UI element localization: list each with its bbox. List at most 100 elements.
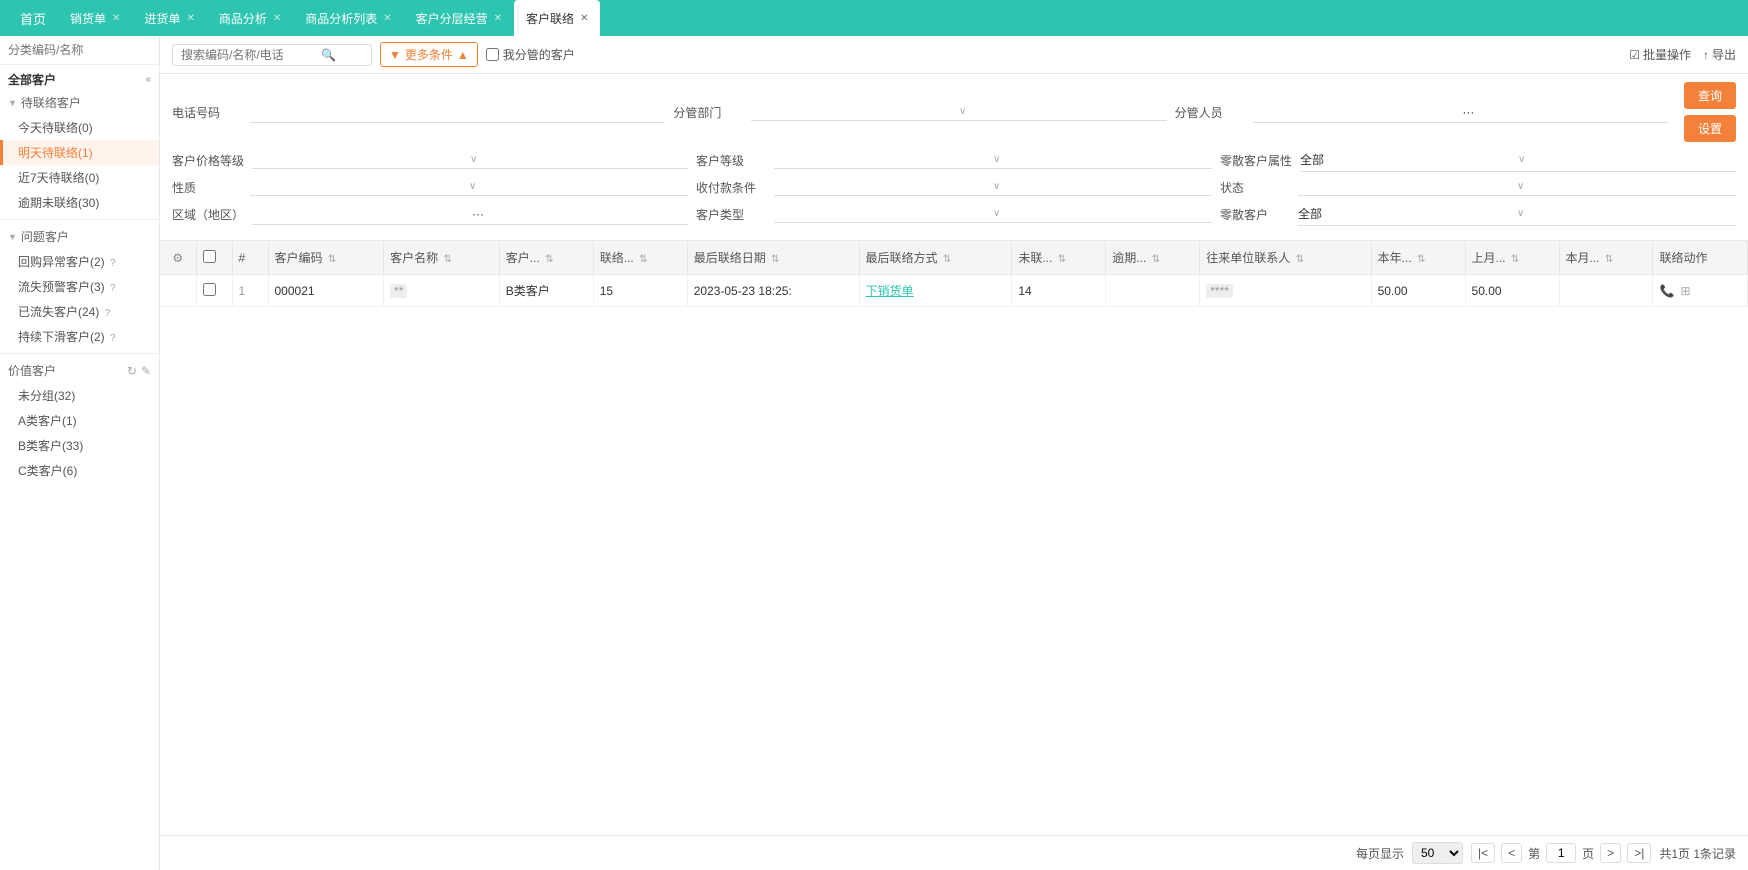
sort-last-month-icon[interactable]: ⇅	[1511, 254, 1519, 265]
filter-retail-attr-select[interactable]: 全部 ∨	[1300, 148, 1736, 172]
sort-contacts-icon[interactable]: ⇅	[639, 254, 647, 265]
sidebar-item-b-class[interactable]: B类客户(33)	[0, 433, 159, 458]
close-purchase-order-icon[interactable]: ✕	[186, 13, 194, 24]
setting-button[interactable]: 设置	[1684, 115, 1736, 142]
sort-name-icon[interactable]: ⇅	[443, 254, 451, 265]
close-customer-segmentation-icon[interactable]: ✕	[494, 13, 502, 24]
my-customers-checkbox[interactable]	[486, 48, 499, 61]
close-product-analysis-icon[interactable]: ✕	[273, 13, 281, 24]
close-product-analysis-list-icon[interactable]: ✕	[383, 13, 391, 24]
sidebar-search-input[interactable]	[8, 43, 160, 57]
nav-customer-contact[interactable]: 客户联络 ✕	[514, 0, 600, 36]
cell-type: B类客户	[499, 275, 593, 307]
sort-code-icon[interactable]: ⇅	[328, 254, 336, 265]
next-page-button[interactable]: >	[1600, 843, 1621, 863]
toolbar: 🔍 ▼ 更多条件 ▲ 我分管的客户 ☑ 批量操作 ↑ 导出	[160, 36, 1748, 74]
filter-department: 分管部门 ∨	[673, 103, 1166, 121]
nav-purchase-order[interactable]: 进货单 ✕	[132, 0, 206, 36]
filter-department-select[interactable]: ∨	[751, 103, 1166, 121]
filter-nature: 性质 ∨	[172, 178, 688, 196]
query-button[interactable]: 查询	[1684, 82, 1736, 109]
filter-manager-select[interactable]: ···	[1253, 102, 1668, 123]
sort-this-month-icon[interactable]: ⇅	[1605, 254, 1613, 265]
sort-contact-person-icon[interactable]: ⇅	[1296, 254, 1304, 265]
cell-last-date: 2023-05-23 18:25:	[687, 275, 859, 307]
col-index: #	[232, 241, 268, 275]
filter-nature-select[interactable]: ∨	[250, 178, 688, 196]
sort-type-icon[interactable]: ⇅	[545, 254, 553, 265]
sidebar-item-churned[interactable]: 已流失客户(24) ?	[0, 299, 159, 324]
filter-nature-label: 性质	[172, 179, 242, 196]
first-page-button[interactable]: |<	[1471, 843, 1495, 863]
chevron-up-icon: ▲	[457, 48, 469, 62]
select-all-checkbox[interactable]	[203, 250, 216, 263]
close-sales-order-icon[interactable]: ✕	[112, 13, 120, 24]
row-checkbox[interactable]	[203, 283, 216, 296]
last-page-button[interactable]: >|	[1627, 843, 1651, 863]
page-number-input[interactable]	[1546, 843, 1576, 863]
sort-last-date-icon[interactable]: ⇅	[771, 254, 779, 265]
close-customer-contact-icon[interactable]: ✕	[580, 13, 588, 24]
filter-status-select[interactable]: ∨	[1298, 178, 1736, 196]
batch-operation-button[interactable]: ☑ 批量操作	[1629, 46, 1691, 63]
dots-icon-2[interactable]: ···	[472, 207, 688, 221]
filter-status: 状态 ∨	[1220, 178, 1736, 196]
filter-payment-select[interactable]: ∨	[774, 178, 1212, 196]
prev-page-button[interactable]: <	[1501, 843, 1522, 863]
more-filter-button[interactable]: ▼ 更多条件 ▲	[380, 42, 478, 67]
sidebar-item-today-contact[interactable]: 今天待联络(0)	[0, 115, 159, 140]
filter-status-label: 状态	[1220, 179, 1290, 196]
nav-customer-segmentation[interactable]: 客户分层经营 ✕	[404, 0, 514, 36]
export-button[interactable]: ↑ 导出	[1703, 46, 1736, 63]
col-last-date: 最后联络日期 ⇅	[687, 241, 859, 275]
cell-contacts: 15	[593, 275, 687, 307]
sidebar-item-unclassified[interactable]: 未分组(32)	[0, 383, 159, 408]
per-page-select[interactable]: 50 100 200	[1412, 842, 1463, 864]
filter-phone-input[interactable]	[250, 102, 665, 123]
filter-customer-type-select[interactable]: ∨	[774, 205, 1212, 223]
nav-sales-order[interactable]: 销货单 ✕	[58, 0, 132, 36]
sidebar-item-declining[interactable]: 持续下滑客户(2) ?	[0, 324, 159, 349]
sort-this-year-icon[interactable]: ⇅	[1417, 254, 1425, 265]
grid-action-icon[interactable]: ⊞	[1680, 284, 1690, 298]
nav-product-analysis-list[interactable]: 商品分析列表 ✕	[293, 0, 403, 36]
main-layout: 🔍 全部客户 « 待联络客户 今天待联络(0) 明天待联络(1) 近7天待联络(…	[0, 36, 1748, 870]
filter-retail-customer-select[interactable]: 全部 ∨	[1298, 202, 1736, 226]
sidebar-item-repurchase-abnormal[interactable]: 回购异常客户(2) ?	[0, 249, 159, 274]
sidebar-all-customers[interactable]: 全部客户 «	[0, 65, 159, 90]
column-settings-icon[interactable]: ⚙	[172, 251, 183, 265]
col-this-year: 本年... ⇅	[1371, 241, 1465, 275]
sidebar-item-churn-warning[interactable]: 流失预警客户(3) ?	[0, 274, 159, 299]
last-contact-way-link[interactable]: 下销货单	[866, 284, 914, 298]
filter-customer-level-select[interactable]: ∨	[774, 151, 1212, 169]
col-contacts: 联络... ⇅	[593, 241, 687, 275]
chevron-down-icon-6: ∨	[993, 181, 1212, 192]
nav-product-analysis[interactable]: 商品分析 ✕	[207, 0, 293, 36]
sidebar-item-7day-contact[interactable]: 近7天待联络(0)	[0, 165, 159, 190]
filter-region-select[interactable]: ···	[252, 204, 688, 225]
my-customers-checkbox-label[interactable]: 我分管的客户	[486, 46, 575, 63]
phone-action-icon[interactable]: 📞	[1659, 284, 1674, 298]
sort-last-way-icon[interactable]: ⇅	[943, 254, 951, 265]
sidebar-item-a-class[interactable]: A类客户(1)	[0, 408, 159, 433]
sidebar-item-c-class[interactable]: C类客户(6)	[0, 458, 159, 483]
refresh-icon[interactable]: ↻	[127, 364, 137, 378]
filter-price-level: 客户价格等级 ∨	[172, 151, 688, 169]
dots-icon[interactable]: ···	[1462, 105, 1668, 119]
sort-uncontacted-icon[interactable]: ⇅	[1058, 254, 1066, 265]
total-record-count: 共1页 1条记录	[1659, 845, 1736, 862]
filter-price-level-select[interactable]: ∨	[252, 151, 688, 169]
nav-home[interactable]: 首页	[8, 0, 58, 36]
help-icon-3: ?	[105, 308, 111, 319]
page-unit-label: 页	[1582, 845, 1594, 862]
sidebar-item-tomorrow-contact[interactable]: 明天待联络(1)	[0, 140, 159, 165]
table-row: 1 000021 ** B类客户 15 2023-05-23 18:25: 下销…	[160, 275, 1748, 307]
sort-overdue-icon[interactable]: ⇅	[1152, 254, 1160, 265]
edit-icon[interactable]: ✎	[141, 364, 151, 378]
help-icon-2: ?	[110, 283, 116, 294]
sidebar-item-overdue-contact[interactable]: 逾期未联络(30)	[0, 190, 159, 215]
table-header-row: ⚙ # 客户编码 ⇅ 客户名称 ⇅	[160, 241, 1748, 275]
per-page-label: 每页显示	[1356, 845, 1404, 862]
search-input[interactable]	[181, 48, 321, 62]
cell-action: 📞 ⊞	[1653, 275, 1748, 307]
